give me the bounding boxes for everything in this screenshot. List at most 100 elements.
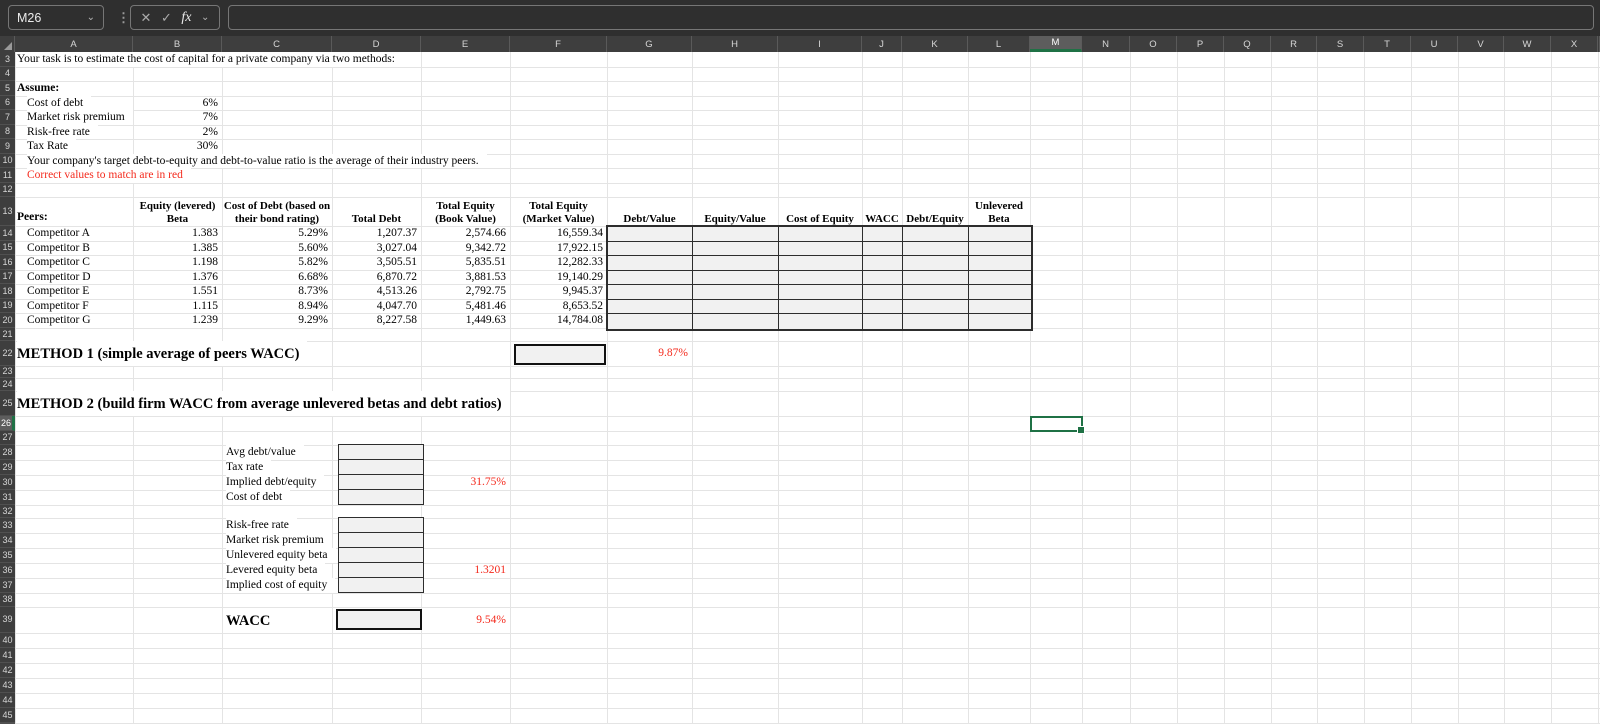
column-header-A[interactable]: A: [15, 36, 133, 52]
row-header-35[interactable]: 35: [0, 548, 15, 563]
select-all-corner[interactable]: [0, 36, 15, 52]
peers-col-header[interactable]: Total Debt: [332, 197, 421, 226]
peers-col-header[interactable]: Debt/Value: [607, 197, 692, 226]
row-header-37[interactable]: 37: [0, 578, 15, 593]
input-cell-I19[interactable]: [779, 299, 863, 314]
peers-col-header[interactable]: Equity (levered) Beta: [133, 197, 222, 226]
input-cell-H18[interactable]: [693, 285, 779, 300]
method2-ratios-label[interactable]: Tax rate: [226, 459, 272, 475]
method2-capm-label[interactable]: Risk-free rate: [226, 518, 297, 533]
input-cell-K17[interactable]: [903, 270, 969, 285]
row-header-7[interactable]: 7: [0, 110, 15, 125]
column-header-R[interactable]: R: [1271, 36, 1317, 52]
method2-ratios-hint[interactable]: 31.75%: [421, 475, 510, 490]
input-cell-K20[interactable]: [903, 314, 969, 329]
input-cell-L16[interactable]: [969, 256, 1031, 271]
row-header-16[interactable]: 16: [0, 255, 15, 270]
peer-value[interactable]: 1.383: [133, 226, 222, 241]
peer-value[interactable]: 3,881.53: [421, 270, 510, 285]
input-cell-I18[interactable]: [779, 285, 863, 300]
column-header-G[interactable]: G: [607, 36, 692, 52]
peer-value[interactable]: 3,027.04: [332, 241, 421, 256]
insert-function-icon[interactable]: fx: [181, 10, 191, 26]
input-cell-L14[interactable]: [969, 227, 1031, 242]
peer-value[interactable]: 6,870.72: [332, 270, 421, 285]
input-cell-H15[interactable]: [693, 241, 779, 256]
row-header-42[interactable]: 42: [0, 662, 15, 678]
row-header-38[interactable]: 38: [0, 593, 15, 607]
row-header-8[interactable]: 8: [0, 124, 15, 139]
kebab-separator-icon[interactable]: ⋮: [117, 5, 130, 30]
peer-value[interactable]: 5.82%: [222, 255, 332, 270]
column-header-F[interactable]: F: [510, 36, 607, 52]
input-cell-K14[interactable]: [903, 227, 969, 242]
input-cell-H20[interactable]: [693, 314, 779, 329]
row-header-26[interactable]: 26: [0, 416, 15, 431]
row-header-6[interactable]: 6: [0, 95, 15, 110]
input-cell-H19[interactable]: [693, 299, 779, 314]
peer-value[interactable]: 17,922.15: [510, 241, 607, 256]
wacc-answer-hint[interactable]: 9.54%: [421, 607, 510, 633]
row-header-23[interactable]: 23: [0, 365, 15, 378]
method2-capm-input-cell[interactable]: [339, 518, 423, 533]
method2-ratios-input-cell[interactable]: [339, 444, 423, 460]
column-header-V[interactable]: V: [1458, 36, 1504, 52]
peer-value[interactable]: 8.73%: [222, 284, 332, 299]
input-cell-L17[interactable]: [969, 270, 1031, 285]
method2-capm-input-cell[interactable]: [339, 533, 423, 548]
input-cell-K15[interactable]: [903, 241, 969, 256]
row-header-29[interactable]: 29: [0, 459, 15, 475]
assumption-label[interactable]: Risk-free rate: [27, 124, 98, 139]
column-header-E[interactable]: E: [421, 36, 510, 52]
input-cell-H14[interactable]: [693, 227, 779, 242]
peer-name[interactable]: Competitor G: [27, 313, 133, 328]
peer-name[interactable]: Competitor E: [27, 284, 133, 299]
cancel-icon[interactable]: ✕: [141, 11, 152, 24]
input-cell-G20[interactable]: [608, 314, 693, 329]
method2-capm-input-cell[interactable]: [339, 548, 423, 563]
input-cell-L20[interactable]: [969, 314, 1031, 329]
peer-value[interactable]: 6.68%: [222, 270, 332, 285]
input-cell-J15[interactable]: [863, 241, 903, 256]
peer-value[interactable]: 4,047.70: [332, 299, 421, 314]
input-cell-K16[interactable]: [903, 256, 969, 271]
row-header-41[interactable]: 41: [0, 647, 15, 663]
row-header-14[interactable]: 14: [0, 226, 15, 241]
row-header-5[interactable]: 5: [0, 81, 15, 96]
peer-value[interactable]: 2,792.75: [421, 284, 510, 299]
row-header-18[interactable]: 18: [0, 284, 15, 299]
row-header-3[interactable]: 3: [0, 52, 15, 67]
row-header-13[interactable]: 13: [0, 197, 15, 226]
row-header-36[interactable]: 36: [0, 563, 15, 578]
assume-label[interactable]: Assume:: [17, 81, 133, 96]
method2-capm-label[interactable]: Unlevered equity beta: [226, 548, 336, 563]
input-cell-L18[interactable]: [969, 285, 1031, 300]
method2-capm-input-cell[interactable]: [339, 563, 423, 578]
peer-value[interactable]: 5,481.46: [421, 299, 510, 314]
column-header-U[interactable]: U: [1411, 36, 1458, 52]
method2-capm-input-cell[interactable]: [339, 578, 423, 592]
input-cell-I20[interactable]: [779, 314, 863, 329]
peer-name[interactable]: Competitor B: [27, 241, 133, 256]
assumption-value[interactable]: 2%: [133, 125, 222, 140]
peer-name[interactable]: Competitor A: [27, 226, 133, 241]
peer-value[interactable]: 1.115: [133, 299, 222, 314]
peer-value[interactable]: 12,282.33: [510, 255, 607, 270]
input-cell-G19[interactable]: [608, 299, 693, 314]
input-cell-G18[interactable]: [608, 285, 693, 300]
peer-name[interactable]: Competitor C: [27, 255, 133, 270]
peer-value[interactable]: 5,835.51: [421, 255, 510, 270]
method2-ratios-input-cell[interactable]: [339, 489, 423, 504]
chevron-down-icon[interactable]: ⌄: [201, 12, 209, 23]
formula-bar-input[interactable]: [228, 5, 1594, 30]
method2-ratios-input-cell[interactable]: [339, 459, 423, 475]
column-header-T[interactable]: T: [1364, 36, 1411, 52]
peer-value[interactable]: 1.198: [133, 255, 222, 270]
note-target-text[interactable]: Your company's target debt-to-equity and…: [27, 153, 487, 168]
peers-col-header[interactable]: WACC: [862, 197, 902, 226]
column-header-H[interactable]: H: [692, 36, 778, 52]
row-header-43[interactable]: 43: [0, 677, 15, 693]
row-header-15[interactable]: 15: [0, 240, 15, 255]
input-cell-J19[interactable]: [863, 299, 903, 314]
input-cell-L15[interactable]: [969, 241, 1031, 256]
